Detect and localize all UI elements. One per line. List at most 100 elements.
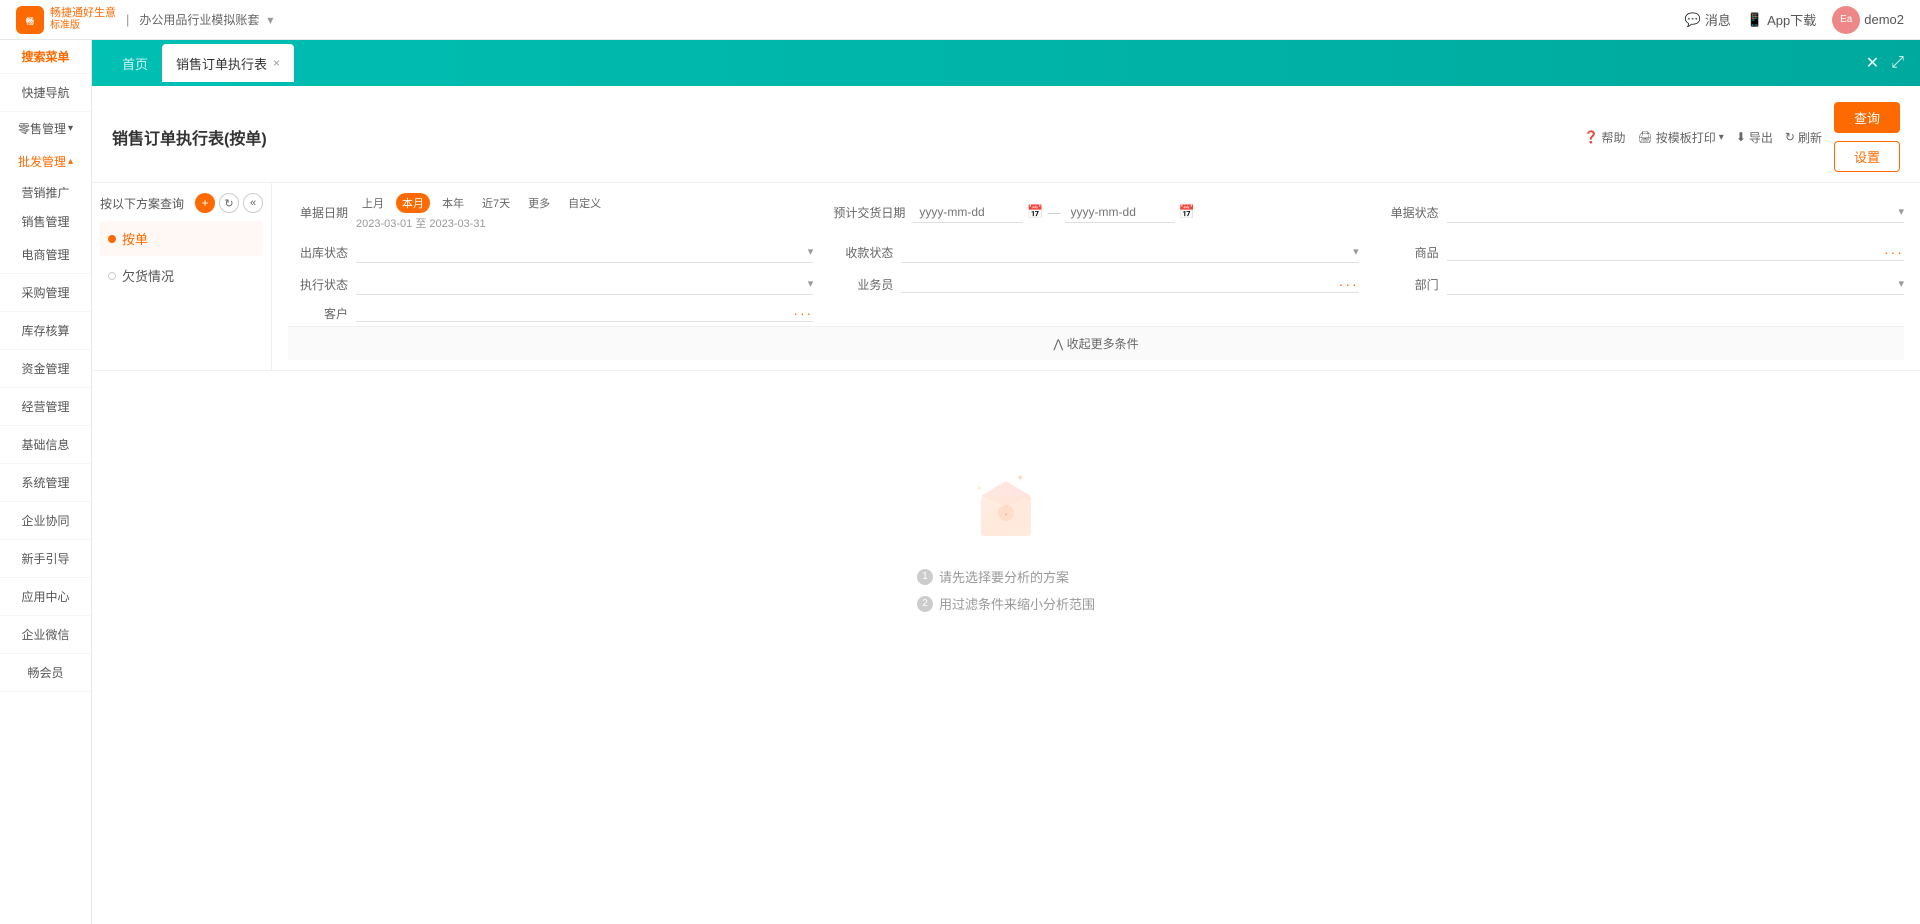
message-icon: 💬 xyxy=(1685,12,1701,28)
sidebar-item-basic[interactable]: 基础信息 xyxy=(0,426,91,464)
execution-status-label: 执行状态 xyxy=(288,276,348,293)
sidebar-item-purchase[interactable]: 采购管理 xyxy=(0,274,91,312)
chevron-up-icon: ▴ xyxy=(68,156,73,167)
tab-close-icon[interactable]: × xyxy=(273,56,280,70)
customer-input-row: ··· xyxy=(356,305,813,322)
filter-goods: 商品 ··· xyxy=(1379,241,1904,263)
sidebar-item-operations[interactable]: 经营管理 xyxy=(0,388,91,426)
breadcrumb-text: 办公用品行业模拟账套 xyxy=(139,11,259,28)
nav-by-debt[interactable]: 欠货情况 xyxy=(100,258,263,293)
this-month-btn[interactable]: 本月 xyxy=(396,193,430,213)
more-btn[interactable]: 更多 xyxy=(522,193,556,213)
nav-by-order[interactable]: 按单 xyxy=(100,221,263,256)
date-btn-row: 上月 本月 本年 近7天 更多 自定义 xyxy=(356,193,813,213)
active-dot-icon xyxy=(108,235,116,243)
export-icon: ⬇ xyxy=(1736,130,1746,144)
delivery-chevron-icon: ▾ xyxy=(808,245,814,258)
filter-row-1: 单据日期 上月 本月 本年 近7天 更多 自定义 xyxy=(288,193,1904,231)
sidebar-item-member[interactable]: 畅会员 xyxy=(0,654,91,692)
calendar-end-icon[interactable]: 📅 xyxy=(1179,204,1195,220)
execution-status-select[interactable]: ▾ xyxy=(356,273,813,295)
tab-home[interactable]: 首页 xyxy=(108,46,162,80)
main-layout: 搜索菜单 快捷导航 零售管理 ▾ 批发管理 ▴ 营销推广 销售管理 电商管理 采… xyxy=(0,40,1920,924)
sidebar-search-label: 搜索菜单 xyxy=(6,48,85,65)
execution-chevron-icon: ▾ xyxy=(808,277,814,290)
filter-dept: 部门 ▾ xyxy=(1379,273,1904,295)
date-range-display: 2023-03-01 至 2023-03-31 xyxy=(356,215,813,231)
filter-refresh-btn[interactable]: ↻ xyxy=(219,193,239,213)
close-window-btn[interactable]: ✕ xyxy=(1866,53,1879,73)
export-btn[interactable]: ⬇ 导出 xyxy=(1736,129,1773,146)
payment-chevron-icon: ▾ xyxy=(1353,245,1359,258)
sidebar-item-inventory[interactable]: 库存核算 xyxy=(0,312,91,350)
tab-label: 销售订单执行表 xyxy=(176,54,267,73)
filter-left-title: 按以下方案查询 xyxy=(100,195,184,212)
calendar-start-icon[interactable]: 📅 xyxy=(1027,204,1043,220)
empty-illustration: ✦ ✦ ✦ • xyxy=(956,451,1056,551)
sidebar-item-wholesale[interactable]: 批发管理 ▴ xyxy=(0,145,91,178)
app-download-btn[interactable]: 📱 App下载 xyxy=(1747,10,1816,29)
sidebar-item-enterprise[interactable]: 企业协同 xyxy=(0,502,91,540)
empty-tip-1: 1 请先选择要分析的方案 xyxy=(917,567,1095,586)
sidebar-item-ecommerce[interactable]: 电商管理 xyxy=(0,236,91,274)
expected-date-start[interactable] xyxy=(913,202,1023,223)
page-actions: ❓ 帮助 🖨 按模板打印 ▾ ⬇ 导出 ↻ xyxy=(1584,102,1900,172)
sidebar-quick-nav[interactable]: 快捷导航 xyxy=(0,74,91,112)
expand-window-btn[interactable]: ⤢ xyxy=(1891,54,1904,72)
refresh-btn[interactable]: ↻ 刷新 xyxy=(1785,129,1822,146)
message-btn[interactable]: 💬 消息 xyxy=(1685,10,1731,29)
sidebar-item-wechat[interactable]: 企业微信 xyxy=(0,616,91,654)
tab-sales-execution[interactable]: 销售订单执行表 × xyxy=(162,44,294,82)
page-title-row: 销售订单执行表(按单) ❓ 帮助 🖨 按模板打印 ▾ ⬇ xyxy=(92,86,1920,183)
filter-placeholder-3 xyxy=(1379,305,1904,322)
delivery-status-label: 出库状态 xyxy=(288,244,348,261)
custom-btn[interactable]: 自定义 xyxy=(562,193,607,213)
print-btn[interactable]: 🖨 按模板打印 ▾ xyxy=(1638,129,1724,146)
breadcrumb-arrow[interactable]: ▾ xyxy=(267,13,273,27)
salesperson-more-btn[interactable]: ··· xyxy=(1339,276,1359,292)
this-year-btn[interactable]: 本年 xyxy=(436,193,470,213)
help-btn[interactable]: ❓ 帮助 xyxy=(1584,129,1626,146)
last-month-btn[interactable]: 上月 xyxy=(356,193,390,213)
inactive-dot-icon xyxy=(108,272,116,280)
expected-date-end[interactable] xyxy=(1065,202,1175,223)
svg-text:✦: ✦ xyxy=(1026,496,1031,503)
filter-add-btn[interactable]: + xyxy=(195,193,215,213)
goods-label: 商品 xyxy=(1379,244,1439,261)
sidebar-item-sales[interactable]: 销售管理 xyxy=(0,207,91,236)
collapse-arrow-icon: ⋀ xyxy=(1053,337,1066,351)
payment-status-select[interactable]: ▾ xyxy=(901,241,1358,263)
sidebar-item-marketing[interactable]: 营销推广 xyxy=(0,178,91,207)
sidebar-item-appstore[interactable]: 应用中心 xyxy=(0,578,91,616)
dept-select[interactable]: ▾ xyxy=(1447,273,1904,295)
date-separator: — xyxy=(1048,205,1061,220)
app-container: 畅 畅捷通好生意 标准版 | 办公用品行业模拟账套 ▾ 💬 消息 📱 App下载 xyxy=(0,0,1920,924)
print-arrow-icon: ▾ xyxy=(1719,132,1724,143)
collapse-bar[interactable]: ⋀ 收起更多条件 xyxy=(288,326,1904,360)
top-bar-left: 畅 畅捷通好生意 标准版 | 办公用品行业模拟账套 ▾ xyxy=(16,6,273,34)
query-button[interactable]: 查询 xyxy=(1834,102,1900,133)
filter-left-icons: + ↻ « xyxy=(195,193,263,213)
filter-right-area: 单据日期 上月 本月 本年 近7天 更多 自定义 xyxy=(272,183,1920,370)
sidebar-search[interactable]: 搜索菜单 xyxy=(0,40,91,74)
sidebar-item-finance[interactable]: 资金管理 xyxy=(0,350,91,388)
order-status-select[interactable]: ▾ xyxy=(1447,201,1904,223)
empty-state: ✦ ✦ ✦ • 1 请先选择要分析的方案 xyxy=(92,371,1920,693)
logo-area: 畅 畅捷通好生意 标准版 xyxy=(16,6,116,34)
sidebar: 搜索菜单 快捷导航 零售管理 ▾ 批发管理 ▴ 营销推广 销售管理 电商管理 采… xyxy=(0,40,92,924)
user-profile-btn[interactable]: Ea demo2 xyxy=(1832,6,1904,34)
delivery-status-select[interactable]: ▾ xyxy=(356,241,813,263)
filter-collapse-btn[interactable]: « xyxy=(243,193,263,213)
settings-button[interactable]: 设置 xyxy=(1834,141,1900,172)
sidebar-item-retail[interactable]: 零售管理 ▾ xyxy=(0,112,91,145)
customer-label: 客户 xyxy=(288,305,348,322)
expected-date-inputs: 📅 — 📅 xyxy=(913,202,1358,223)
query-set-btns: 查询 设置 xyxy=(1834,102,1900,172)
last7-btn[interactable]: 近7天 xyxy=(476,193,516,213)
sidebar-item-newuser[interactable]: 新手引导 xyxy=(0,540,91,578)
top-bar: 畅 畅捷通好生意 标准版 | 办公用品行业模拟账套 ▾ 💬 消息 📱 App下载 xyxy=(0,0,1920,40)
customer-more-btn[interactable]: ··· xyxy=(793,305,813,321)
sidebar-item-system[interactable]: 系统管理 xyxy=(0,464,91,502)
filter-left-panel: 按以下方案查询 + ↻ « 按单 xyxy=(92,183,272,370)
goods-more-btn[interactable]: ··· xyxy=(1884,244,1904,260)
